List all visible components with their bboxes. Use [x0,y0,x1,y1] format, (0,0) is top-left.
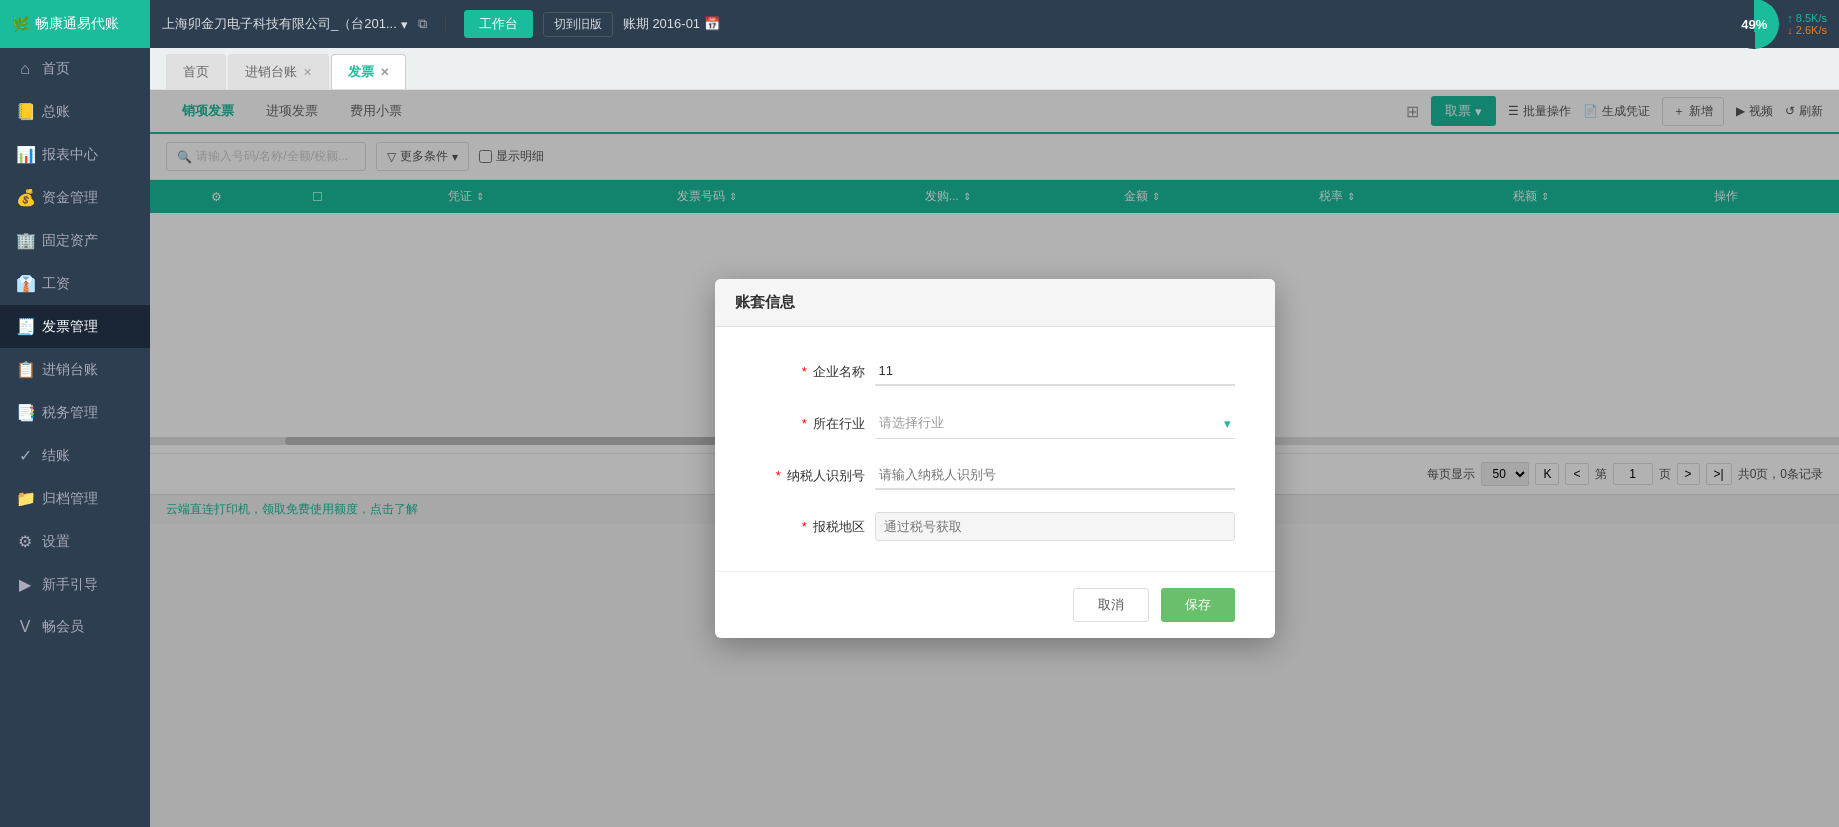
tab-invoice[interactable]: 发票 ✕ [331,54,406,89]
sidebar-item-invoice_mgr[interactable]: 🧾 发票管理 [0,305,150,348]
sidebar-label-settings: 设置 [42,533,70,551]
sidebar-icon-fund: 💰 [16,188,34,207]
sidebar-label-vip: 畅会员 [42,618,84,636]
tab-bar: 首页 进销台账 ✕ 发票 ✕ [150,48,1839,90]
sidebar-icon-salary: 👔 [16,274,34,293]
sidebar-label-sales_ledger: 进销台账 [42,361,98,379]
speed-circle: 49% [1729,0,1779,49]
company-name: 上海卯金刀电子科技有限公司_（台201... [162,15,397,33]
label-industry: * 所在行业 [755,415,865,433]
save-button[interactable]: 保存 [1161,588,1235,622]
sidebar-icon-vip: V [16,618,34,636]
tab-purchase-label: 进销台账 [245,63,297,81]
industry-chevron-icon: ▾ [1224,416,1231,431]
sidebar-label-ledger: 总账 [42,103,70,121]
label-tax-id: * 纳税人识别号 [755,467,865,485]
workbench-button[interactable]: 工作台 [464,10,533,38]
tab-purchase[interactable]: 进销台账 ✕ [228,54,329,89]
sidebar-item-salary[interactable]: 👔 工资 [0,262,150,305]
sidebar-icon-settings: ⚙ [16,532,34,551]
sidebar-label-guide: 新手引导 [42,576,98,594]
input-wrapper-tax-id [875,461,1235,490]
sidebar-item-tax[interactable]: 📑 税务管理 [0,391,150,434]
sidebar-icon-sales_ledger: 📋 [16,360,34,379]
copy-icon[interactable]: ⧉ [418,16,427,32]
cancel-button[interactable]: 取消 [1073,588,1149,622]
account-info-modal: 账套信息 * 企业名称 [715,279,1275,638]
tab-invoice-label: 发票 [348,63,374,81]
sidebar-icon-ledger: 📒 [16,102,34,121]
tab-invoice-close[interactable]: ✕ [380,66,389,79]
sidebar-label-invoice_mgr: 发票管理 [42,318,98,336]
logo-icon: 🌿 [12,16,29,32]
form-row-tax-id: * 纳税人识别号 [755,461,1235,490]
tax-region-input [875,512,1235,541]
topbar: 上海卯金刀电子科技有限公司_（台201... ▾ ⧉ 工作台 切到旧版 账期 2… [150,0,1839,48]
company-name-input[interactable] [875,357,1235,385]
modal-title: 账套信息 [715,279,1275,327]
app-logo: 🌿 畅康通易代账 [0,0,150,48]
logo-text: 畅康通易代账 [35,15,119,33]
speed-indicator: 49% ↑ 8.5K/s ↓ 2.6K/s [1729,0,1827,49]
sidebar-icon-report: 📊 [16,145,34,164]
sidebar-label-report: 报表中心 [42,146,98,164]
industry-select[interactable]: 请选择行业 ▾ [875,408,1235,439]
divider [445,14,446,34]
input-wrapper-company-name [875,357,1235,386]
sidebar-item-sales_ledger[interactable]: 📋 进销台账 [0,348,150,391]
switch-old-button[interactable]: 切到旧版 [543,12,613,37]
sidebar-label-tax: 税务管理 [42,404,98,422]
sidebar-icon-home: ⌂ [16,60,34,78]
sidebar-icon-archive: 📁 [16,489,34,508]
modal-body: * 企业名称 * 所在行业 请选择 [715,327,1275,571]
sidebar: 🌿 畅康通易代账 ⌂ 首页 📒 总账 📊 报表中心 💰 资金管理 🏢 固定资产 👔 工资 🧾 发票管理 📋 进… [0,0,150,827]
sidebar-label-home: 首页 [42,60,70,78]
sidebar-item-vip[interactable]: V 畅会员 [0,606,150,648]
form-row-industry: * 所在行业 请选择行业 ▾ [755,408,1235,439]
tab-home[interactable]: 首页 [166,54,226,89]
sidebar-item-close[interactable]: ✓ 结账 [0,434,150,477]
sidebar-icon-tax: 📑 [16,403,34,422]
sidebar-icon-asset: 🏢 [16,231,34,250]
sidebar-label-fund: 资金管理 [42,189,98,207]
sidebar-item-asset[interactable]: 🏢 固定资产 [0,219,150,262]
sidebar-item-home[interactable]: ⌂ 首页 [0,48,150,90]
sidebar-label-close: 结账 [42,447,70,465]
sidebar-icon-close: ✓ [16,446,34,465]
sidebar-icon-invoice_mgr: 🧾 [16,317,34,336]
topbar-right: 49% ↑ 8.5K/s ↓ 2.6K/s [1729,0,1827,49]
content-area: 销项发票 进项发票 费用小票 ⊞ 取票 ▾ ☰ 批量操作 [150,90,1839,827]
form-row-tax-region: * 报税地区 [755,512,1235,541]
sidebar-icon-guide: ▶ [16,575,34,594]
tab-purchase-close[interactable]: ✕ [303,66,312,79]
form-row-company-name: * 企业名称 [755,357,1235,386]
label-tax-region: * 报税地区 [755,518,865,536]
company-selector[interactable]: 上海卯金刀电子科技有限公司_（台201... ▾ [162,15,408,33]
period-label: 账期 2016-01 📅 [623,15,720,33]
sidebar-label-asset: 固定资产 [42,232,98,250]
company-dropdown-icon: ▾ [401,17,408,32]
sidebar-item-settings[interactable]: ⚙ 设置 [0,520,150,563]
tax-id-input[interactable] [875,461,1235,489]
main-area: 上海卯金刀电子科技有限公司_（台201... ▾ ⧉ 工作台 切到旧版 账期 2… [150,0,1839,827]
modal-overlay: 账套信息 * 企业名称 [150,90,1839,827]
sidebar-item-archive[interactable]: 📁 归档管理 [0,477,150,520]
sidebar-label-salary: 工资 [42,275,70,293]
speed-nums: ↑ 8.5K/s ↓ 2.6K/s [1787,12,1827,36]
modal-footer: 取消 保存 [715,571,1275,638]
label-company-name: * 企业名称 [755,363,865,381]
sidebar-item-guide[interactable]: ▶ 新手引导 [0,563,150,606]
sidebar-item-ledger[interactable]: 📒 总账 [0,90,150,133]
tab-home-label: 首页 [183,63,209,81]
sidebar-item-report[interactable]: 📊 报表中心 [0,133,150,176]
sidebar-item-fund[interactable]: 💰 资金管理 [0,176,150,219]
sidebar-label-archive: 归档管理 [42,490,98,508]
